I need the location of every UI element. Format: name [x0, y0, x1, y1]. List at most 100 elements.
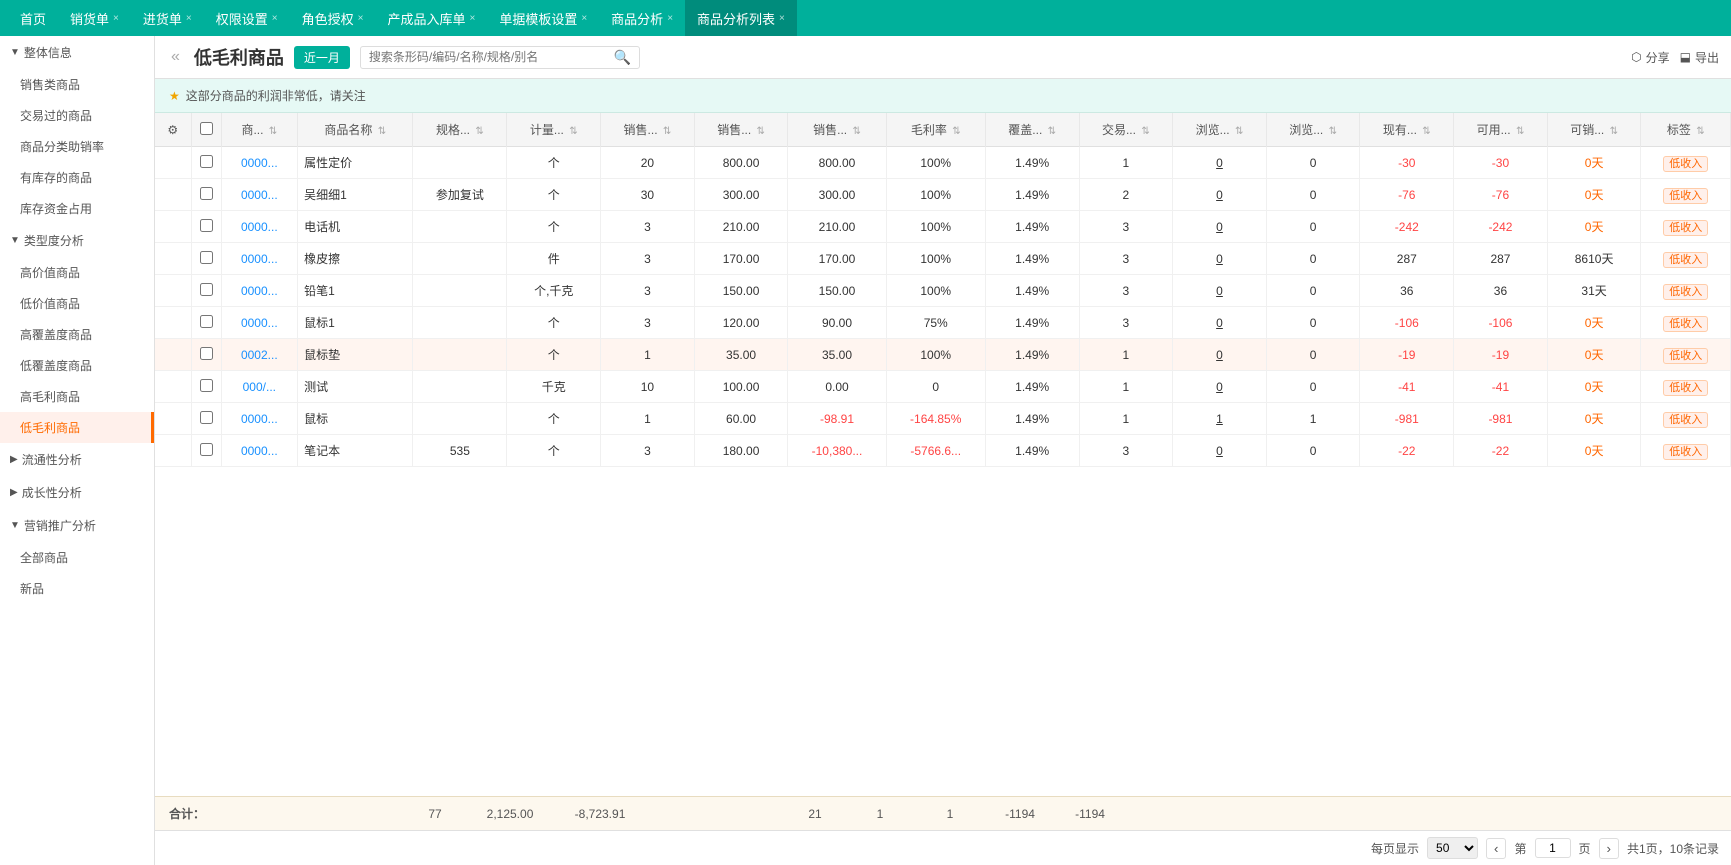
col-checkbox[interactable]	[191, 113, 221, 147]
row-checkbox[interactable]	[200, 411, 213, 424]
nav-product-analysis-list[interactable]: 商品分析列表 ×	[685, 0, 797, 36]
row-checkbox-cell[interactable]	[191, 371, 221, 403]
row-checkbox[interactable]	[200, 315, 213, 328]
col-tag[interactable]: 标签 ⇅	[1641, 113, 1731, 147]
page-size-select[interactable]: 50 100 200	[1427, 837, 1478, 859]
sidebar-item-inventory-capital[interactable]: 库存资金占用	[0, 193, 154, 224]
col-code[interactable]: 商... ⇅	[221, 113, 298, 147]
row-checkbox-cell[interactable]	[191, 211, 221, 243]
row-checkbox-cell[interactable]	[191, 403, 221, 435]
nav-role-auth[interactable]: 角色授权 ×	[290, 0, 376, 36]
nav-product-analysis[interactable]: 商品分析 ×	[599, 0, 685, 36]
col-name[interactable]: 商品名称 ⇅	[298, 113, 413, 147]
row-checkbox-cell[interactable]	[191, 307, 221, 339]
nav-sales-order[interactable]: 销货单 ×	[58, 0, 131, 36]
sidebar-section-liquidity[interactable]: ▶ 流通性分析	[0, 443, 154, 476]
row-checkbox-cell[interactable]	[191, 147, 221, 179]
sidebar-item-new-products[interactable]: 新品	[0, 573, 154, 604]
settings-icon[interactable]: ⚙	[167, 123, 178, 137]
close-icon[interactable]: ×	[358, 13, 364, 24]
col-unit[interactable]: 计量... ⇅	[507, 113, 601, 147]
row-name: 鼠标垫	[298, 339, 413, 371]
row-checkbox-cell[interactable]	[191, 435, 221, 467]
row-browse1[interactable]: 0	[1173, 243, 1267, 275]
sidebar-item-high-value[interactable]: 高价值商品	[0, 257, 154, 288]
close-icon[interactable]: ×	[113, 13, 119, 24]
row-checkbox[interactable]	[200, 155, 213, 168]
row-checkbox-cell[interactable]	[191, 275, 221, 307]
sidebar-item-high-margin[interactable]: 高毛利商品	[0, 381, 154, 412]
col-coverage[interactable]: 覆盖... ⇅	[985, 113, 1079, 147]
row-browse1[interactable]: 0	[1173, 339, 1267, 371]
row-sales-profit: -10,380...	[788, 435, 886, 467]
sidebar-item-low-coverage[interactable]: 低覆盖度商品	[0, 350, 154, 381]
sidebar-item-traded-products[interactable]: 交易过的商品	[0, 100, 154, 131]
row-available: 287	[1454, 243, 1548, 275]
row-checkbox[interactable]	[200, 443, 213, 456]
col-browse1[interactable]: 浏览... ⇅	[1173, 113, 1267, 147]
col-sales-amount[interactable]: 销售... ⇅	[694, 113, 788, 147]
close-icon[interactable]: ×	[581, 13, 587, 24]
col-spec[interactable]: 规格... ⇅	[413, 113, 507, 147]
row-checkbox-cell[interactable]	[191, 339, 221, 371]
row-browse1[interactable]: 0	[1173, 371, 1267, 403]
export-button[interactable]: ⬓ 导出	[1680, 49, 1719, 66]
close-icon[interactable]: ×	[469, 13, 475, 24]
nav-home[interactable]: 首页	[8, 0, 58, 36]
col-settings[interactable]: ⚙	[155, 113, 191, 147]
close-icon[interactable]: ×	[667, 13, 673, 24]
sidebar-section-marketing[interactable]: ▼ 营销推广分析	[0, 509, 154, 542]
row-current-stock: -22	[1360, 435, 1454, 467]
col-sales-qty[interactable]: 销售... ⇅	[601, 113, 695, 147]
close-icon[interactable]: ×	[779, 13, 785, 24]
sidebar-section-growth[interactable]: ▶ 成长性分析	[0, 476, 154, 509]
row-checkbox-cell[interactable]	[191, 179, 221, 211]
col-available[interactable]: 可用... ⇅	[1454, 113, 1548, 147]
row-checkbox[interactable]	[200, 347, 213, 360]
date-filter-button[interactable]: 近一月	[294, 46, 350, 69]
sidebar-item-sales-products[interactable]: 销售类商品	[0, 69, 154, 100]
row-checkbox-cell[interactable]	[191, 243, 221, 275]
row-browse1[interactable]: 0	[1173, 211, 1267, 243]
row-checkbox[interactable]	[200, 283, 213, 296]
row-browse1[interactable]: 0	[1173, 179, 1267, 211]
nav-permissions[interactable]: 权限设置 ×	[204, 0, 290, 36]
sidebar-collapse-button[interactable]: «	[167, 48, 184, 66]
row-browse1[interactable]: 0	[1173, 435, 1267, 467]
nav-purchase-order[interactable]: 进货单 ×	[131, 0, 204, 36]
col-gross-rate[interactable]: 毛利率 ⇅	[886, 113, 985, 147]
sidebar-section-type-analysis[interactable]: ▼ 类型度分析	[0, 224, 154, 257]
close-icon[interactable]: ×	[186, 13, 192, 24]
row-browse1[interactable]: 0	[1173, 275, 1267, 307]
row-browse2: 0	[1266, 275, 1360, 307]
row-checkbox[interactable]	[200, 187, 213, 200]
close-icon[interactable]: ×	[272, 13, 278, 24]
sidebar-item-low-margin[interactable]: 低毛利商品	[0, 412, 154, 443]
col-browse2[interactable]: 浏览... ⇅	[1266, 113, 1360, 147]
row-checkbox[interactable]	[200, 219, 213, 232]
nav-template-settings[interactable]: 单据模板设置 ×	[487, 0, 599, 36]
row-checkbox[interactable]	[200, 379, 213, 392]
row-checkbox[interactable]	[200, 251, 213, 264]
row-browse1[interactable]: 1	[1173, 403, 1267, 435]
share-button[interactable]: ⬡ 分享	[1631, 49, 1670, 66]
col-saleable[interactable]: 可销... ⇅	[1547, 113, 1641, 147]
row-browse1[interactable]: 0	[1173, 147, 1267, 179]
col-sales-profit[interactable]: 销售... ⇅	[788, 113, 886, 147]
col-transaction[interactable]: 交易... ⇅	[1079, 113, 1173, 147]
sidebar-item-in-stock[interactable]: 有库存的商品	[0, 162, 154, 193]
sidebar-item-all-products[interactable]: 全部商品	[0, 542, 154, 573]
sidebar-item-category-rate[interactable]: 商品分类助销率	[0, 131, 154, 162]
sidebar-section-overall[interactable]: ▼ 整体信息	[0, 36, 154, 69]
sidebar-item-high-coverage[interactable]: 高覆盖度商品	[0, 319, 154, 350]
page-number-input[interactable]	[1535, 838, 1571, 858]
col-current-stock[interactable]: 现有... ⇅	[1360, 113, 1454, 147]
prev-page-button[interactable]: ‹	[1486, 838, 1506, 859]
sidebar-item-low-value[interactable]: 低价值商品	[0, 288, 154, 319]
select-all-checkbox[interactable]	[200, 122, 213, 135]
nav-product-warehouse[interactable]: 产成品入库单 ×	[375, 0, 487, 36]
next-page-button[interactable]: ›	[1599, 838, 1619, 859]
search-icon[interactable]: 🔍	[613, 49, 630, 66]
search-input[interactable]	[369, 50, 614, 64]
row-browse1[interactable]: 0	[1173, 307, 1267, 339]
